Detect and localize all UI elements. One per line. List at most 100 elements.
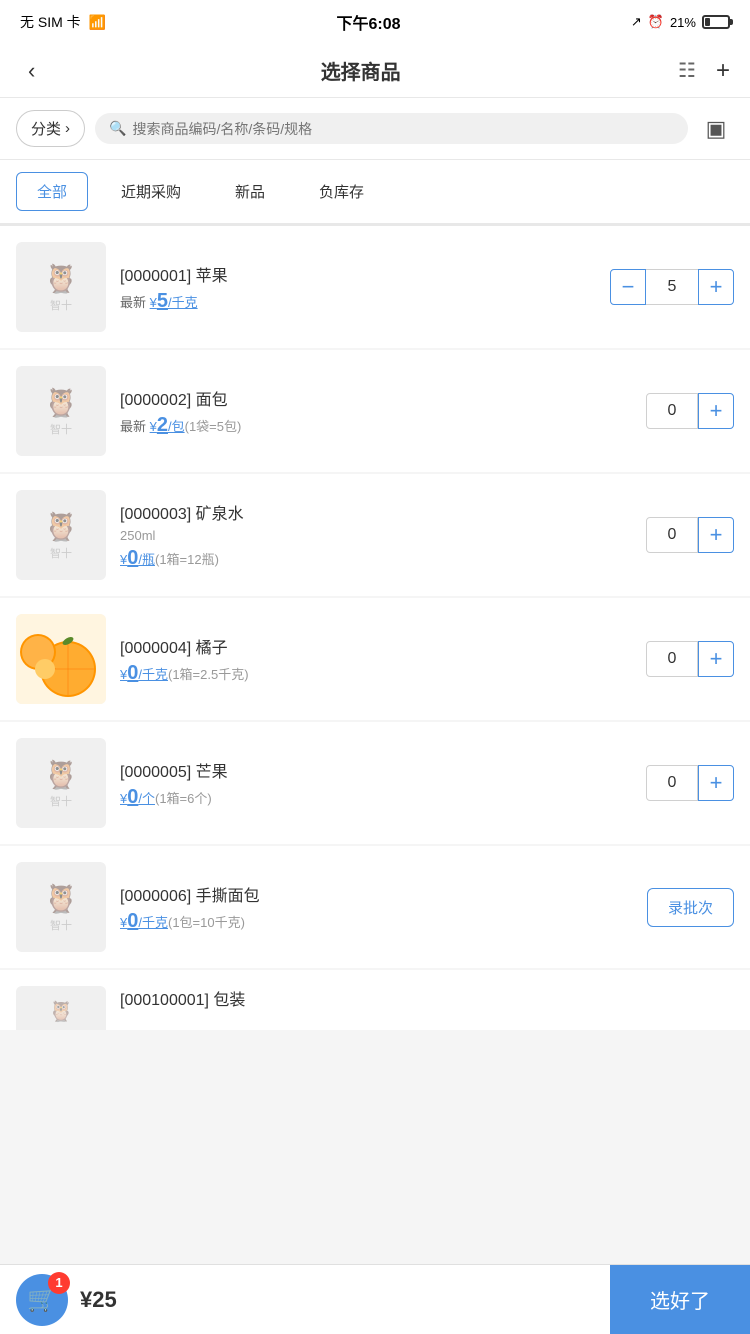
orange-image xyxy=(16,614,106,704)
product-thumb-0000006: 🦉 智十 xyxy=(16,862,106,952)
tab-all[interactable]: 全部 xyxy=(16,172,88,211)
qty-control-0000004: + xyxy=(646,641,734,677)
product-name-0000005: [0000005] 芒果 xyxy=(120,758,632,782)
qty-plus-0000002[interactable]: + xyxy=(698,393,734,429)
filter-row: 分类 › 🔍 ▣ xyxy=(0,98,750,160)
status-left: 无 SIM 卡 📶 xyxy=(20,12,106,32)
qty-control-0000005: + xyxy=(646,765,734,801)
location-icon: ↗ xyxy=(631,14,642,30)
placeholder-icon: 🦉 xyxy=(44,758,79,791)
qty-input-0000005[interactable] xyxy=(646,765,698,801)
page-title: 选择商品 xyxy=(321,56,401,85)
tab-row: 全部 近期采购 新品 负库存 xyxy=(0,160,750,226)
confirm-button[interactable]: 选好了 xyxy=(610,1265,750,1334)
battery-icon xyxy=(702,15,730,29)
product-price-0000002: 最新 ¥2/包(1袋=5包) xyxy=(120,414,632,437)
product-price-0000003: ¥0/瓶(1箱=12瓶) xyxy=(120,547,632,570)
placeholder-icon: 🦉 xyxy=(44,262,79,295)
nav-bar: ‹ 选择商品 ☷ + xyxy=(0,44,750,98)
qty-control-0000003: + xyxy=(646,517,734,553)
search-input[interactable] xyxy=(132,121,674,137)
qty-input-0000001[interactable] xyxy=(646,269,698,305)
placeholder-text: 智十 xyxy=(50,545,72,561)
scan-icon: ▣ xyxy=(706,116,727,142)
product-price-0000006: ¥0/千克(1包=10千克) xyxy=(120,910,633,933)
tab-negative[interactable]: 负库存 xyxy=(298,172,385,211)
placeholder-text: 智十 xyxy=(50,917,72,933)
product-name-0000002: [0000002] 面包 xyxy=(120,386,632,410)
product-item-0000004: [0000004] 橘子 ¥0/千克(1箱=2.5千克) + xyxy=(0,598,750,720)
carrier-label: 无 SIM 卡 xyxy=(20,12,81,32)
placeholder-icon: 🦉 xyxy=(44,510,79,543)
category-button[interactable]: 分类 › xyxy=(16,110,85,147)
product-name-0000006: [0000006] 手撕面包 xyxy=(120,882,633,906)
product-item-0000006: 🦉 智十 [0000006] 手撕面包 ¥0/千克(1包=10千克) 录批次 xyxy=(0,846,750,968)
add-button[interactable]: + xyxy=(716,57,730,85)
product-thumb-0000004 xyxy=(16,614,106,704)
product-thumb-0000003: 🦉 智十 xyxy=(16,490,106,580)
placeholder-text: 智十 xyxy=(50,297,72,313)
product-info-0000005: [0000005] 芒果 ¥0/个(1箱=6个) xyxy=(120,758,632,809)
product-item-0000003: 🦉 智十 [0000003] 矿泉水 250ml ¥0/瓶(1箱=12瓶) + xyxy=(0,474,750,596)
product-thumb-0000005: 🦉 智十 xyxy=(16,738,106,828)
qty-control-0000001: − + xyxy=(610,269,734,305)
product-info-partial: [000100001] 包装 xyxy=(120,986,734,1014)
product-name-0000004: [0000004] 橘子 xyxy=(120,634,632,658)
product-price-0000004: ¥0/千克(1箱=2.5千克) xyxy=(120,662,632,685)
search-bar: 🔍 xyxy=(95,113,688,144)
product-item-partial: 🦉 [000100001] 包装 xyxy=(0,970,750,1030)
product-info-0000006: [0000006] 手撕面包 ¥0/千克(1包=10千克) xyxy=(120,882,633,933)
qty-minus-0000001[interactable]: − xyxy=(610,269,646,305)
status-right: ↗ ⏰ 21% xyxy=(631,14,730,30)
cart-area: 🛒 1 ¥25 xyxy=(16,1274,610,1326)
product-price-0000005: ¥0/个(1箱=6个) xyxy=(120,786,632,809)
product-item-0000001: 🦉 智十 [0000001] 苹果 最新 ¥5/千克 − + xyxy=(0,226,750,348)
qty-plus-0000004[interactable]: + xyxy=(698,641,734,677)
qty-input-0000003[interactable] xyxy=(646,517,698,553)
tab-new[interactable]: 新品 xyxy=(214,172,286,211)
product-name-0000001: [0000001] 苹果 xyxy=(120,262,596,286)
bottom-bar: 🛒 1 ¥25 选好了 xyxy=(0,1264,750,1334)
qty-plus-0000005[interactable]: + xyxy=(698,765,734,801)
product-item-0000005: 🦉 智十 [0000005] 芒果 ¥0/个(1箱=6个) + xyxy=(0,722,750,844)
product-name-0000003: [0000003] 矿泉水 xyxy=(120,500,632,524)
placeholder-text: 智十 xyxy=(50,421,72,437)
back-button[interactable]: ‹ xyxy=(20,50,43,92)
product-name-partial: [000100001] 包装 xyxy=(120,986,734,1010)
batch-control-0000006: 录批次 xyxy=(647,888,734,927)
product-info-0000004: [0000004] 橘子 ¥0/千克(1箱=2.5千克) xyxy=(120,634,632,685)
placeholder-icon: 🦉 xyxy=(44,386,79,419)
placeholder-icon: 🦉 xyxy=(49,999,74,1024)
qty-plus-0000003[interactable]: + xyxy=(698,517,734,553)
placeholder-text: 智十 xyxy=(50,793,72,809)
product-thumb-0000001: 🦉 智十 xyxy=(16,242,106,332)
search-icon: 🔍 xyxy=(109,120,126,137)
alarm-icon: ⏰ xyxy=(648,14,664,30)
wifi-icon: 📶 xyxy=(89,14,106,31)
product-info-0000001: [0000001] 苹果 最新 ¥5/千克 xyxy=(120,262,596,313)
cart-total: ¥25 xyxy=(80,1287,117,1313)
qty-input-0000004[interactable] xyxy=(646,641,698,677)
product-price-0000001: 最新 ¥5/千克 xyxy=(120,290,596,313)
qty-input-0000002[interactable] xyxy=(646,393,698,429)
product-item-0000002: 🦉 智十 [0000002] 面包 最新 ¥2/包(1袋=5包) + xyxy=(0,350,750,472)
qty-plus-0000001[interactable]: + xyxy=(698,269,734,305)
product-info-0000003: [0000003] 矿泉水 250ml ¥0/瓶(1箱=12瓶) xyxy=(120,500,632,570)
battery-label: 21% xyxy=(670,15,696,30)
cart-badge: 1 xyxy=(48,1272,70,1294)
scan-button[interactable]: ▣ xyxy=(698,111,734,147)
placeholder-icon: 🦉 xyxy=(44,882,79,915)
product-spec-0000003: 250ml xyxy=(120,528,632,543)
status-bar: 无 SIM 卡 📶 下午6:08 ↗ ⏰ 21% xyxy=(0,0,750,44)
qty-control-0000002: + xyxy=(646,393,734,429)
batch-button-0000006[interactable]: 录批次 xyxy=(647,888,734,927)
filter-icon[interactable]: ☷ xyxy=(678,58,696,83)
product-thumb-partial: 🦉 xyxy=(16,986,106,1030)
category-chevron: › xyxy=(65,120,70,137)
cart-button[interactable]: 🛒 1 xyxy=(16,1274,68,1326)
tab-recent[interactable]: 近期采购 xyxy=(100,172,202,211)
nav-actions: ☷ + xyxy=(678,57,730,85)
product-thumb-0000002: 🦉 智十 xyxy=(16,366,106,456)
status-time: 下午6:08 xyxy=(336,10,400,34)
product-info-0000002: [0000002] 面包 最新 ¥2/包(1袋=5包) xyxy=(120,386,632,437)
